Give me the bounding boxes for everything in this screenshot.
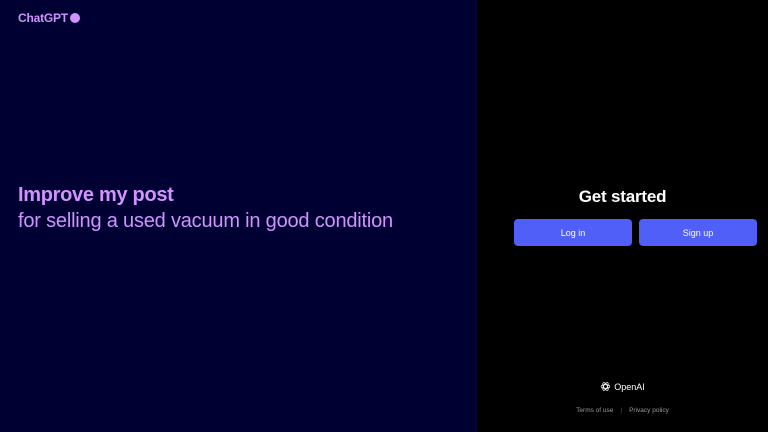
login-page: ChatGPT Improve my post for selling a us… xyxy=(0,0,768,432)
brand-logo: ChatGPT xyxy=(18,11,80,25)
auth-panel: Get started Log in Sign up OpenAI Terms … xyxy=(477,0,768,432)
openai-logo-icon xyxy=(601,382,611,391)
login-button[interactable]: Log in xyxy=(514,219,632,246)
brand-dot-icon xyxy=(69,13,80,23)
signup-button[interactable]: Sign up xyxy=(639,219,757,246)
hero-subtitle: for selling a used vacuum in good condit… xyxy=(18,210,393,232)
terms-link[interactable]: Terms of use xyxy=(576,407,613,414)
footer-links: Terms of use | Privacy policy xyxy=(477,407,768,414)
get-started-heading: Get started xyxy=(578,187,667,206)
openai-name: OpenAI xyxy=(614,381,645,392)
hero-panel: ChatGPT Improve my post for selling a us… xyxy=(0,0,477,432)
openai-logo: OpenAI xyxy=(477,381,768,392)
auth-buttons: Log in Sign up xyxy=(514,219,757,246)
hero-title: Improve my post xyxy=(18,184,174,206)
privacy-link[interactable]: Privacy policy xyxy=(629,407,669,414)
brand-name: ChatGPT xyxy=(18,11,68,25)
hero-text: Improve my post for selling a used vacuu… xyxy=(18,182,458,235)
footer-separator: | xyxy=(620,407,623,414)
